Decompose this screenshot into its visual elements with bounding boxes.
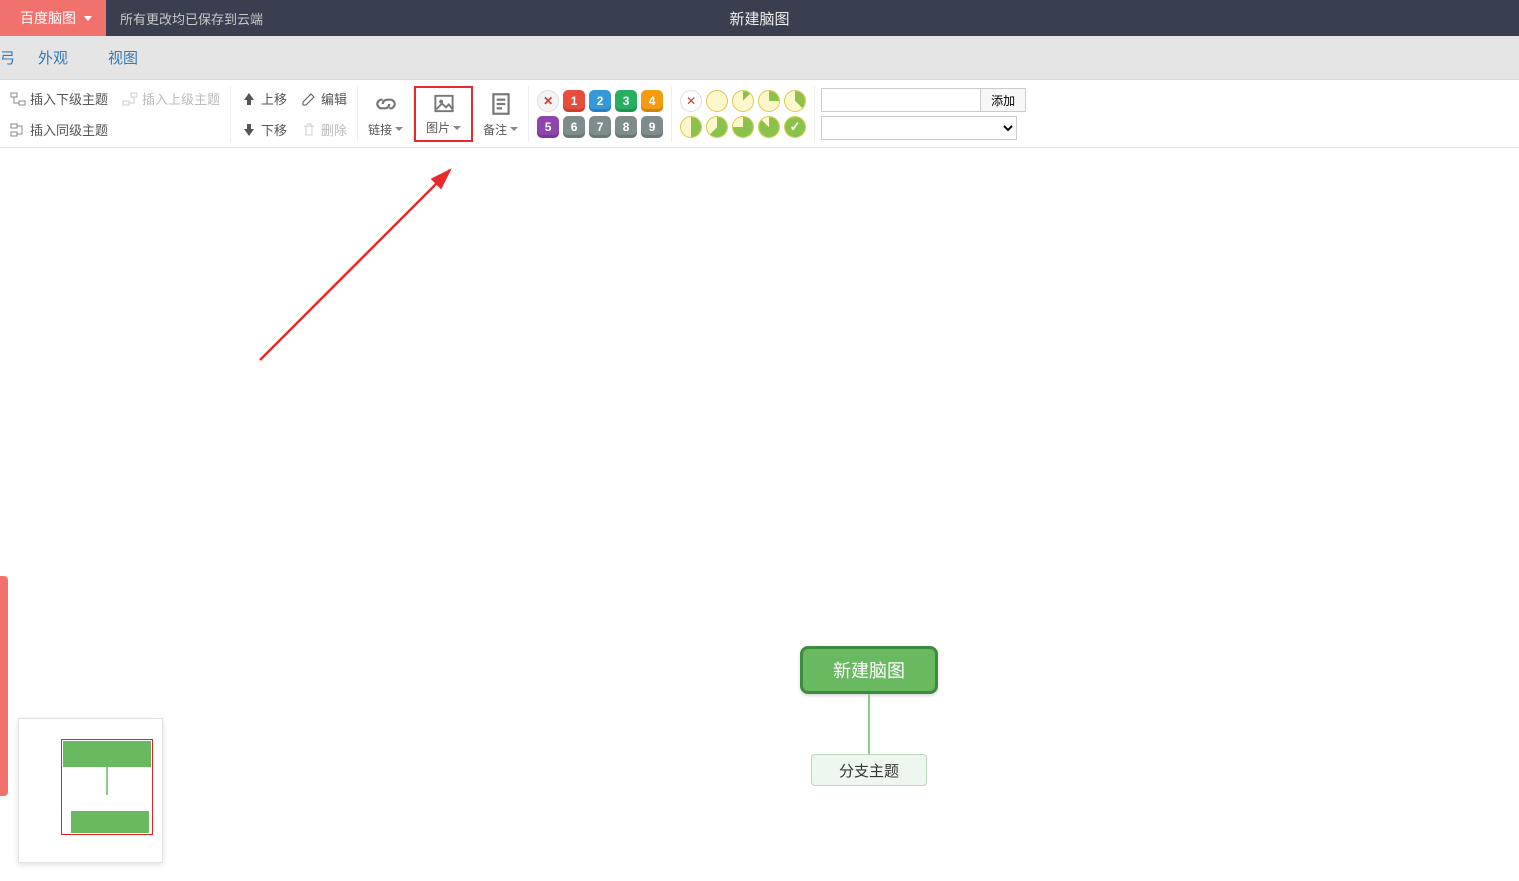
move-up-button[interactable]: 上移	[237, 87, 291, 110]
progress-5[interactable]	[706, 116, 728, 138]
priority-4[interactable]: 4	[641, 90, 663, 112]
root-node[interactable]: 新建脑图	[800, 646, 938, 694]
progress-6[interactable]	[732, 116, 754, 138]
note-icon	[488, 91, 514, 117]
image-icon	[431, 92, 457, 115]
priority-1[interactable]: 1	[563, 90, 585, 112]
priority-group: ✕ 1 2 3 4 5 6 7 8 9	[529, 86, 672, 142]
tag-group: 添加	[815, 86, 1032, 142]
child-node[interactable]: 分支主题	[811, 754, 927, 786]
progress-0[interactable]	[706, 90, 728, 112]
insert-child-button[interactable]: 插入下级主题	[6, 87, 112, 110]
edit-icon	[301, 91, 317, 107]
insert-parent-icon	[122, 91, 138, 107]
caret-down-icon	[453, 126, 461, 130]
trash-icon	[301, 122, 317, 138]
caret-down-icon	[84, 16, 92, 21]
arrow-up-icon	[241, 91, 257, 107]
tab-bar: 弓 外观 视图	[0, 36, 1519, 80]
link-button[interactable]: 链接	[358, 86, 414, 142]
node-connector	[868, 694, 870, 754]
tag-select[interactable]	[821, 116, 1017, 140]
progress-4[interactable]	[680, 116, 702, 138]
caret-down-icon	[395, 127, 403, 131]
priority-2[interactable]: 2	[589, 90, 611, 112]
image-button[interactable]: 图片	[414, 86, 473, 142]
tab-partial[interactable]: 弓	[0, 36, 18, 80]
priority-clear[interactable]: ✕	[537, 90, 559, 112]
tag-add-button[interactable]: 添加	[981, 88, 1026, 112]
progress-clear[interactable]	[680, 90, 702, 112]
tab-appearance[interactable]: 外观	[18, 36, 88, 80]
group-insert: 插入下级主题 插入上级主题 插入同级主题	[0, 86, 231, 142]
insert-child-icon	[10, 91, 26, 107]
progress-group	[672, 86, 815, 142]
move-down-button[interactable]: 下移	[237, 118, 291, 141]
priority-5[interactable]: 5	[537, 116, 559, 138]
caret-down-icon	[510, 127, 518, 131]
brand-menu[interactable]: 百度脑图	[0, 0, 106, 36]
tab-view[interactable]: 视图	[88, 36, 158, 80]
priority-7[interactable]: 7	[589, 116, 611, 138]
side-expand-tab[interactable]	[0, 576, 8, 796]
insert-sibling-button[interactable]: 插入同级主题	[6, 118, 112, 141]
priority-9[interactable]: 9	[641, 116, 663, 138]
group-move-edit: 上移 编辑 下移 删除	[231, 86, 358, 142]
priority-3[interactable]: 3	[615, 90, 637, 112]
insert-parent-button[interactable]: 插入上级主题	[118, 87, 224, 110]
priority-8[interactable]: 8	[615, 116, 637, 138]
delete-button[interactable]: 删除	[297, 118, 351, 141]
priority-6[interactable]: 6	[563, 116, 585, 138]
progress-7[interactable]	[758, 116, 780, 138]
brand-label: 百度脑图	[20, 8, 76, 28]
app-header: 百度脑图 所有更改均已保存到云端 新建脑图	[0, 0, 1519, 36]
tag-input[interactable]	[821, 88, 981, 112]
minimap[interactable]	[18, 718, 163, 863]
toolbar: 插入下级主题 插入上级主题 插入同级主题	[0, 80, 1519, 148]
minimap-viewport[interactable]	[61, 739, 153, 835]
link-icon	[373, 91, 399, 117]
save-status: 所有更改均已保存到云端	[120, 9, 263, 28]
progress-1[interactable]	[732, 90, 754, 112]
edit-button[interactable]: 编辑	[297, 87, 351, 110]
mindmap-canvas[interactable]: 新建脑图 分支主题	[0, 148, 1519, 881]
arrow-down-icon	[241, 122, 257, 138]
progress-2[interactable]	[758, 90, 780, 112]
note-button[interactable]: 备注	[473, 86, 529, 142]
progress-done[interactable]	[784, 116, 806, 138]
progress-3[interactable]	[784, 90, 806, 112]
insert-sibling-icon	[10, 122, 26, 138]
